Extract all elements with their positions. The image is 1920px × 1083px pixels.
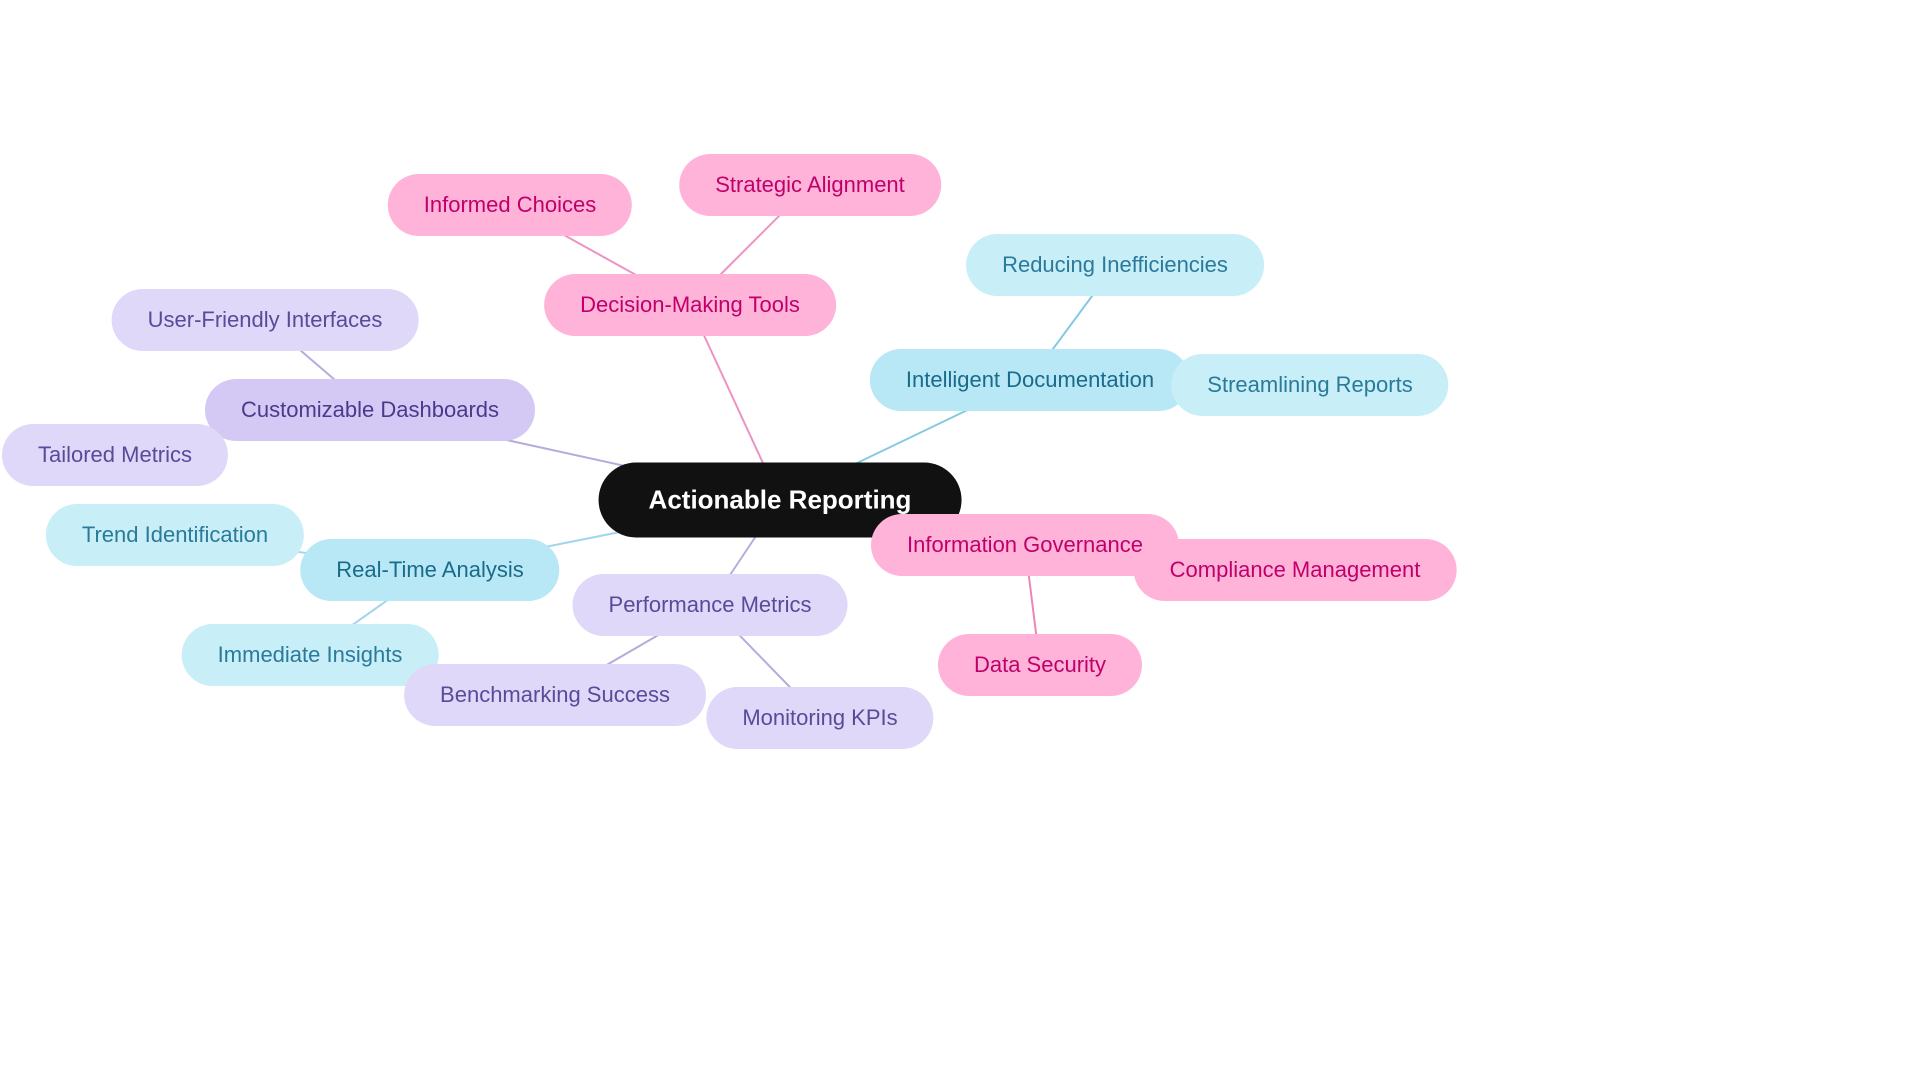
data-security-node: Data Security (938, 634, 1142, 696)
compliance-management-node: Compliance Management (1134, 539, 1457, 601)
real-time-analysis-node: Real-Time Analysis (300, 539, 559, 601)
performance-metrics-node: Performance Metrics (573, 574, 848, 636)
benchmarking-success-node: Benchmarking Success (404, 664, 706, 726)
monitoring-kpis-node: Monitoring KPIs (706, 687, 933, 749)
reducing-inefficiencies-node: Reducing Inefficiencies (966, 234, 1264, 296)
trend-identification-node: Trend Identification (46, 504, 304, 566)
customizable-dashboards-node: Customizable Dashboards (205, 379, 535, 441)
intelligent-documentation-node: Intelligent Documentation (870, 349, 1190, 411)
strategic-alignment-node: Strategic Alignment (679, 154, 941, 216)
streamlining-reports-node: Streamlining Reports (1171, 354, 1448, 416)
informed-choices-node: Informed Choices (388, 174, 632, 236)
decision-making-tools-node: Decision-Making Tools (544, 274, 836, 336)
immediate-insights-node: Immediate Insights (182, 624, 439, 686)
mindmap-container: Actionable ReportingCustomizable Dashboa… (0, 0, 1920, 1083)
user-friendly-interfaces-node: User-Friendly Interfaces (112, 289, 419, 351)
tailored-metrics-node: Tailored Metrics (2, 424, 228, 486)
